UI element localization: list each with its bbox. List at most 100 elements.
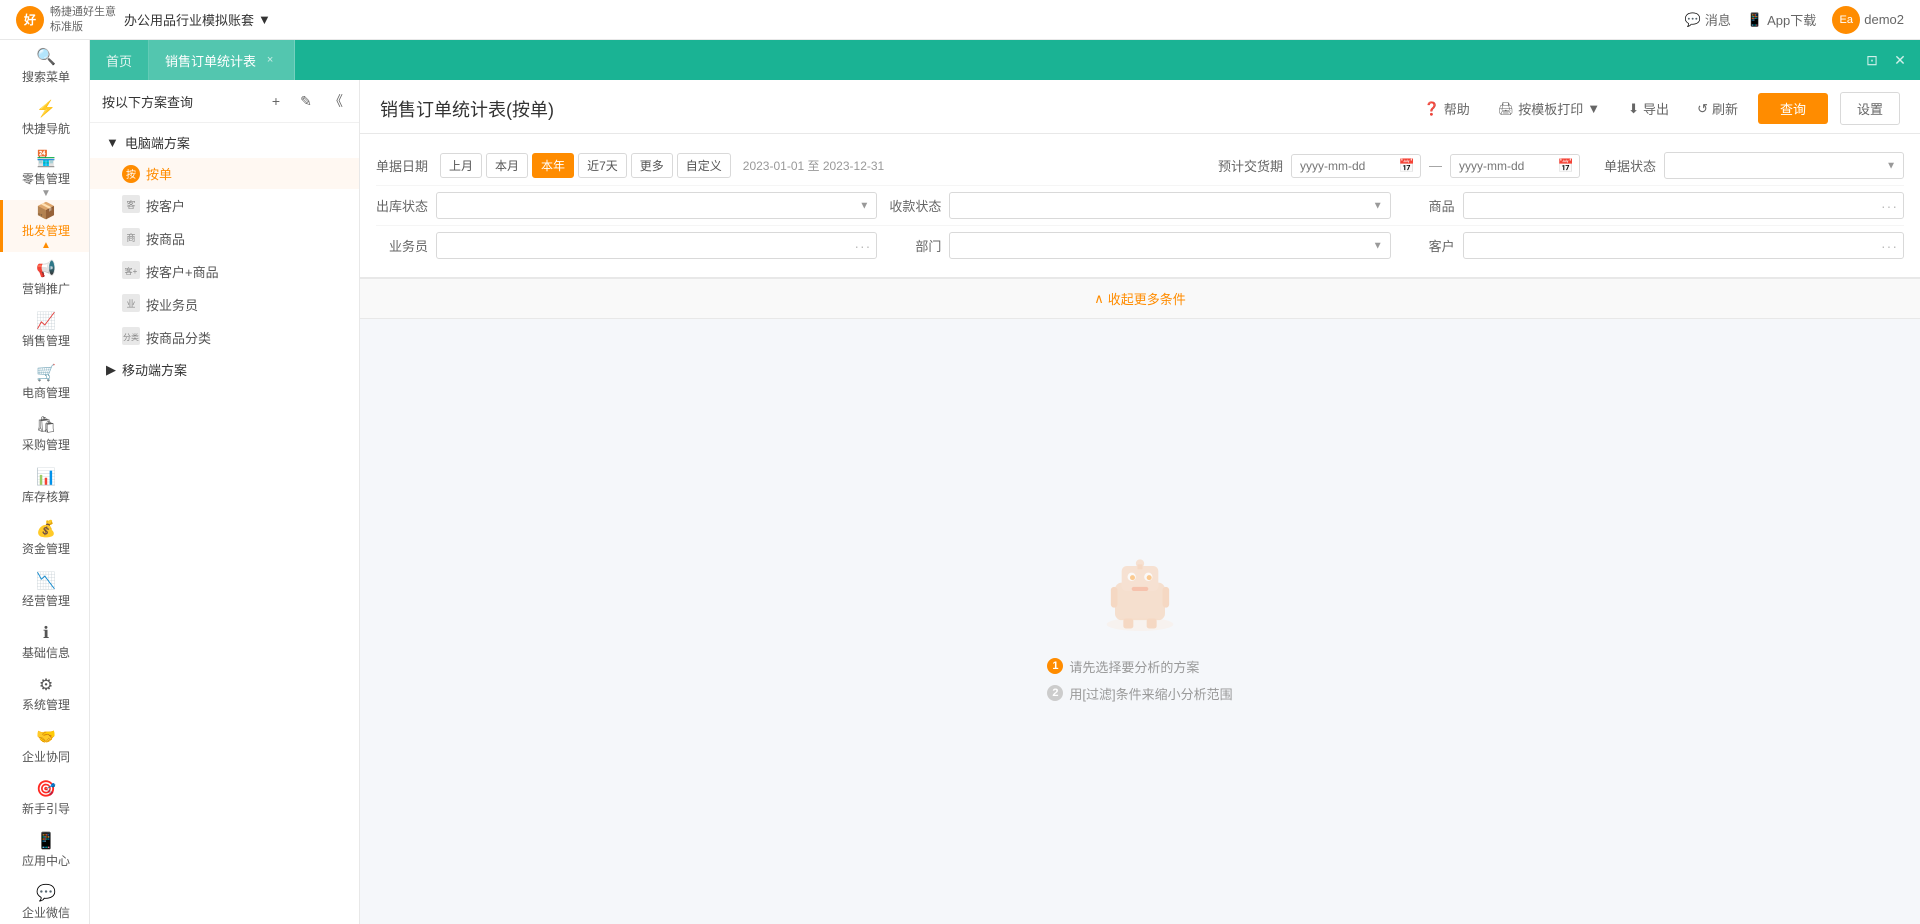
tab-close-btn[interactable]: × [262, 52, 278, 68]
message-btn[interactable]: 💬 消息 [1685, 10, 1731, 29]
payment-status-wrap: ▼ [949, 192, 1390, 219]
sidebar-item-business[interactable]: 📉 经营管理 [0, 564, 89, 616]
sidebar-item-basic[interactable]: ℹ 基础信息 [0, 616, 89, 668]
date-btn-more[interactable]: 更多 [631, 153, 673, 178]
business-wrap: ··· [436, 232, 877, 259]
user-avatar: Ea [1832, 6, 1860, 34]
product-wrap: ··· [1463, 192, 1904, 219]
product-input[interactable] [1463, 192, 1904, 219]
inventory-icon: 📊 [36, 467, 56, 487]
date-separator: — [1429, 158, 1442, 173]
tree-item-by-salesperson[interactable]: 业 按业务员 [90, 288, 359, 321]
department-item: 部门 ▼ [889, 232, 1390, 259]
date-range-text: 2023-01-01 至 2023-12-31 [743, 157, 884, 174]
sidebar-item-wholesale[interactable]: 📦 批发管理 ▲ [0, 200, 89, 252]
left-panel: 按以下方案查询 + ✎ 《 ▼ 电脑端方案 按 按单 [90, 80, 360, 924]
status-select-wrap: ▼ [1664, 152, 1904, 179]
collapse-btn[interactable]: ∧ 收起更多条件 [360, 279, 1920, 318]
setting-btn[interactable]: 设置 [1840, 92, 1900, 125]
svg-text:分类: 分类 [123, 332, 139, 342]
tree-item-by-customer[interactable]: 客 按客户 [90, 189, 359, 222]
out-status-item: 出库状态 ▼ [376, 192, 877, 219]
business-input[interactable] [436, 232, 877, 259]
sidebar-item-purchase[interactable]: 🛍 采购管理 [0, 408, 89, 460]
wholesale-icon: 📦 [36, 201, 56, 221]
department-select[interactable] [949, 232, 1390, 259]
sidebar: 🔍 搜索菜单 ⚡ 快捷导航 🏪 零售管理 ▼ 📦 批发管理 ▲ 📢 营销推广 📈… [0, 40, 90, 924]
sales-icon: 📈 [36, 311, 56, 331]
tab-sales-order[interactable]: 销售订单统计表 × [149, 40, 295, 80]
tree-section-pc: ▼ 电脑端方案 按 按单 客 按客户 [90, 123, 359, 389]
logo-area[interactable]: 好 畅捷通好生意 标准版 [16, 5, 116, 34]
tab-close-window-btn[interactable]: ✕ [1888, 48, 1912, 72]
tree-item-by-customer-product[interactable]: 客+ 按客户+商品 [90, 255, 359, 288]
content-area: 首页 销售订单统计表 × ⊡ ✕ 按以下方案查询 + ✎ 《 [90, 40, 1920, 924]
collapse-panel-btn[interactable]: 《 [325, 90, 347, 112]
date-btn-last-month[interactable]: 上月 [440, 153, 482, 178]
panel-toolbar: 按以下方案查询 + ✎ 《 [90, 80, 359, 123]
query-btn[interactable]: 查询 [1758, 93, 1828, 124]
tip-num-1: 1 [1047, 658, 1063, 674]
by-customer-product-icon: 客+ [122, 261, 140, 282]
export-btn[interactable]: ⬇ 导出 [1620, 95, 1677, 122]
sidebar-item-inventory[interactable]: 📊 库存核算 [0, 460, 89, 512]
refresh-btn[interactable]: ↺ 刷新 [1689, 95, 1746, 122]
sidebar-item-system[interactable]: ⚙ 系统管理 [0, 668, 89, 720]
sidebar-item-guide[interactable]: 🎯 新手引导 [0, 772, 89, 824]
out-status-select[interactable] [436, 192, 877, 219]
sidebar-item-appstore[interactable]: 📱 应用中心 [0, 824, 89, 876]
app-logo: 好 [16, 6, 44, 34]
sidebar-item-retail[interactable]: 🏪 零售管理 ▼ [0, 148, 89, 200]
tree-item-by-order[interactable]: 按 按单 [90, 158, 359, 189]
add-scheme-btn[interactable]: + [265, 90, 287, 112]
payment-status-label: 收款状态 [889, 196, 941, 215]
by-customer-icon: 客 [122, 195, 140, 216]
svg-text:商: 商 [126, 232, 135, 243]
tip-num-2: 2 [1047, 685, 1063, 701]
expected-date-end[interactable] [1450, 154, 1580, 178]
enterprise-icon: 🤝 [36, 727, 56, 747]
tree-parent-pc[interactable]: ▼ 电脑端方案 [90, 127, 359, 158]
help-btn[interactable]: ❓ 帮助 [1416, 95, 1478, 122]
expected-date-start[interactable] [1291, 154, 1421, 178]
svg-text:业: 业 [126, 299, 135, 309]
date-btn-this-month[interactable]: 本月 [486, 153, 528, 178]
customer-input[interactable] [1463, 232, 1904, 259]
tree-parent-mobile[interactable]: ▶ 移动端方案 [90, 354, 359, 385]
tree-item-by-product[interactable]: 商 按商品 [90, 222, 359, 255]
finance-icon: 💰 [36, 519, 56, 539]
user-menu[interactable]: Ea demo2 [1832, 6, 1904, 34]
search-icon: 🔍 [36, 47, 56, 67]
app-name: 畅捷通好生意 标准版 [50, 5, 116, 34]
tab-home[interactable]: 首页 [90, 40, 149, 80]
date-quick-btns: 上月 本月 本年 近7天 更多 自定义 [440, 153, 731, 178]
sidebar-item-quick-nav[interactable]: ⚡ 快捷导航 [0, 92, 89, 144]
sidebar-item-sales[interactable]: 📈 销售管理 [0, 304, 89, 356]
by-salesperson-icon: 业 [122, 294, 140, 315]
template-print-btn[interactable]: 🖨 按模板打印 ▼ [1490, 95, 1608, 122]
tree-item-by-category[interactable]: 分类 按商品分类 [90, 321, 359, 354]
main-content: 按以下方案查询 + ✎ 《 ▼ 电脑端方案 按 按单 [90, 80, 1920, 924]
date-btn-custom[interactable]: 自定义 [677, 153, 731, 178]
department-wrap: ▼ [949, 232, 1390, 259]
sidebar-item-wechat[interactable]: 💬 企业微信 [0, 876, 89, 924]
edit-scheme-btn[interactable]: ✎ [295, 90, 317, 112]
sidebar-item-marketing[interactable]: 📢 营销推广 [0, 252, 89, 304]
sidebar-item-ecommerce[interactable]: 🛒 电商管理 [0, 356, 89, 408]
date-btn-this-year[interactable]: 本年 [532, 153, 574, 178]
expected-date-group: 预计交货期 📅 — 📅 单据状态 [896, 152, 1904, 179]
company-title[interactable]: 办公用品行业模拟账套 ▼ [124, 10, 271, 29]
sidebar-item-enterprise[interactable]: 🤝 企业协同 [0, 720, 89, 772]
sidebar-item-finance[interactable]: 💰 资金管理 [0, 512, 89, 564]
app-download-btn[interactable]: 📱 App下载 [1747, 10, 1816, 29]
department-label: 部门 [889, 236, 941, 255]
customer-wrap: ··· [1463, 232, 1904, 259]
tab-restore-btn[interactable]: ⊡ [1860, 48, 1884, 72]
status-select[interactable] [1664, 152, 1904, 179]
payment-status-select[interactable] [949, 192, 1390, 219]
page-action-bar: ❓ 帮助 🖨 按模板打印 ▼ ⬇ 导出 ↺ [1416, 92, 1900, 125]
marketing-icon: 📢 [36, 259, 56, 279]
date-btn-7days[interactable]: 近7天 [578, 153, 627, 178]
sidebar-item-search[interactable]: 🔍 搜索菜单 [0, 40, 89, 92]
customer-item: 客户 ··· [1403, 232, 1904, 259]
